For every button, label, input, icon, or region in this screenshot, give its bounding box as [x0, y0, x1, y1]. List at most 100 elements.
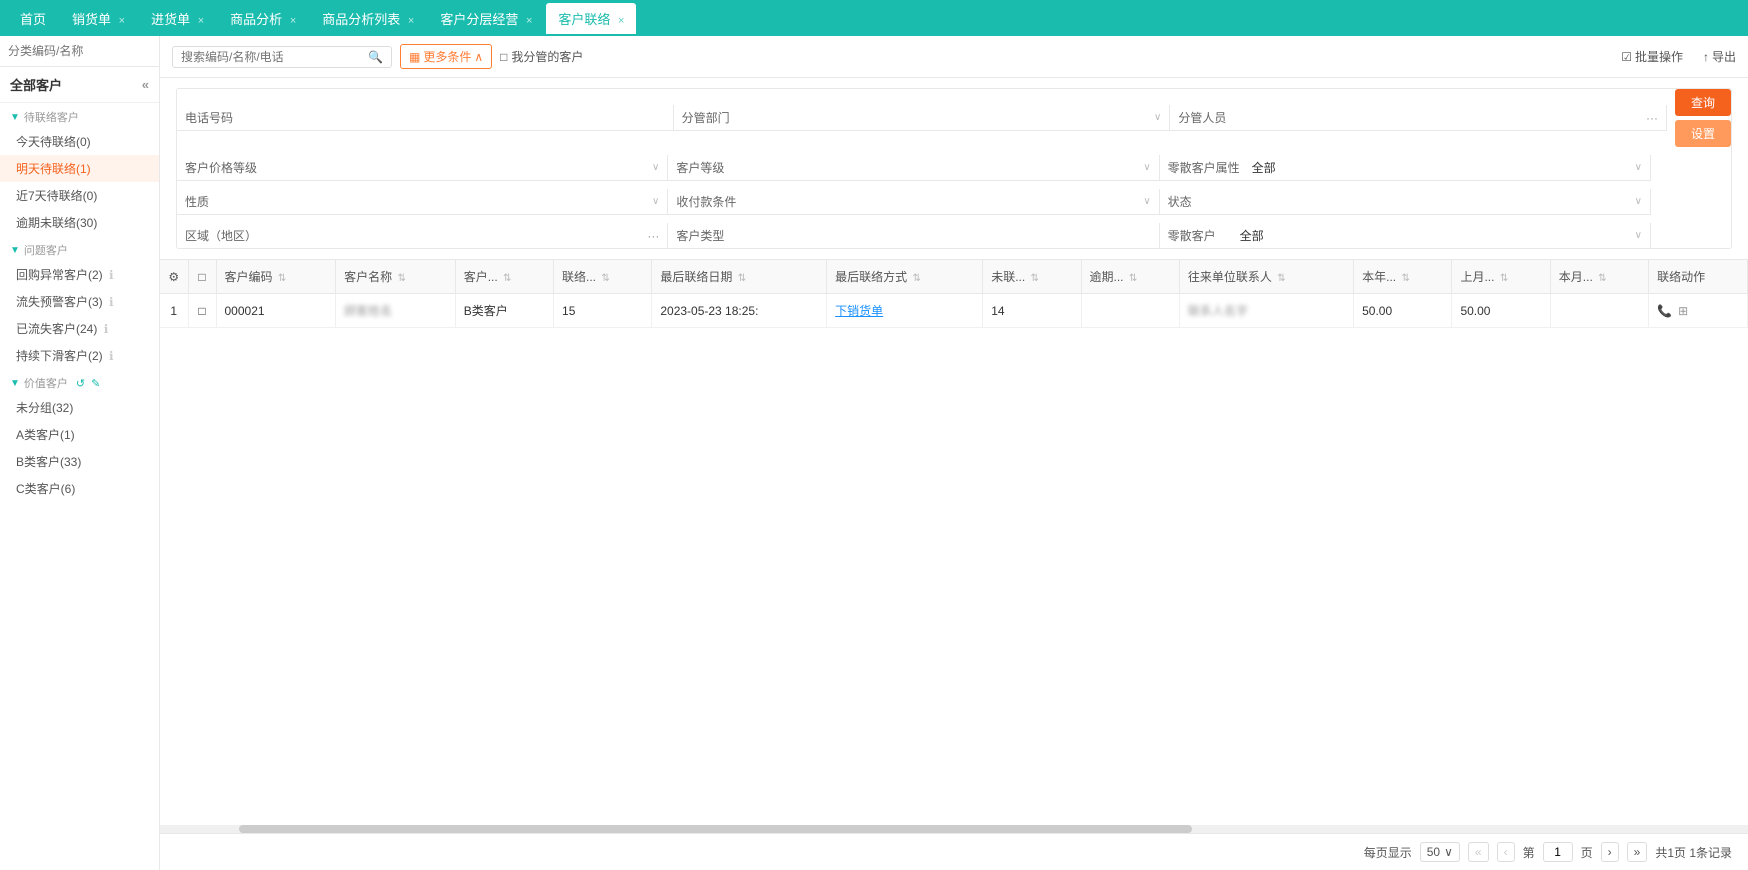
sort-thismonth-icon: ⇅ [1598, 273, 1606, 284]
close-customer-layered-icon[interactable]: × [526, 15, 532, 27]
export-btn[interactable]: ↑ 导出 [1703, 48, 1736, 65]
filter-phone: 电话号码 [177, 105, 674, 131]
next-page-btn[interactable]: › [1601, 842, 1619, 862]
sidebar-item-lost[interactable]: 已流失客户(24) ℹ [0, 315, 159, 342]
col-customer-name[interactable]: 客户名称 ⇅ [336, 260, 456, 294]
status-chevron-icon[interactable]: ∨ [1635, 196, 1642, 207]
sidebar-item-today-contact[interactable]: 今天待联络(0) [0, 128, 159, 155]
customer-level-chevron-icon[interactable]: ∨ [1143, 162, 1150, 173]
sort-uncontact-icon: ⇅ [1031, 273, 1039, 284]
sidebar-item-c-class[interactable]: C类客户(6) [0, 475, 159, 502]
nav-sales-order[interactable]: 销货单 × [60, 3, 137, 34]
row-not-contacted: 14 [983, 294, 1081, 328]
col-customer-type[interactable]: 客户... ⇅ [455, 260, 553, 294]
row-overdue [1081, 294, 1179, 328]
more-action-icon[interactable]: ⊞ [1678, 304, 1688, 318]
close-purchase-order-icon[interactable]: × [198, 15, 204, 27]
sidebar-group-value: ▼ 价值客户 ↺ ✎ [0, 369, 159, 394]
nav-customer-layered[interactable]: 客户分层经营 × [428, 3, 544, 34]
sidebar-item-tomorrow-contact[interactable]: 明天待联络(1) [0, 155, 159, 182]
person-more-icon[interactable]: ··· [1646, 111, 1658, 125]
payment-chevron-icon[interactable]: ∨ [1143, 196, 1150, 207]
edit-value-group-icon[interactable]: ✎ [91, 377, 100, 390]
col-overdue[interactable]: 逾期... ⇅ [1081, 260, 1179, 294]
close-product-analysis-list-icon[interactable]: × [408, 15, 414, 27]
scrollbar-thumb[interactable] [239, 825, 1192, 833]
status-label: 状态 [1168, 193, 1228, 210]
sidebar-all-customers[interactable]: 全部客户 « [0, 67, 159, 103]
row-contact-count: 15 [554, 294, 652, 328]
col-contact-person[interactable]: 往来单位联系人 ⇅ [1179, 260, 1353, 294]
col-this-month[interactable]: 本月... ⇅ [1550, 260, 1648, 294]
sidebar-search-input[interactable] [8, 44, 160, 58]
nav-purchase-order[interactable]: 进货单 × [139, 3, 216, 34]
prev-page-btn[interactable]: ‹ [1497, 842, 1515, 862]
info-icon-3: ℹ [104, 322, 109, 336]
action-icons: 📞 ⊞ [1657, 304, 1739, 318]
sidebar-item-a-class[interactable]: A类客户(1) [0, 421, 159, 448]
close-customer-contact-icon[interactable]: × [618, 15, 624, 27]
pagination: 每页显示 50 ∨ « ‹ 第 页 › » 共1页 1条记录 [160, 833, 1748, 870]
col-last-month[interactable]: 上月... ⇅ [1452, 260, 1550, 294]
settings-btn[interactable]: 设置 [1675, 120, 1731, 147]
my-customers-checkbox[interactable]: □ 我分管的客户 [500, 48, 583, 65]
retail-attr-chevron-icon[interactable]: ∨ [1635, 162, 1642, 173]
retail-chevron-icon[interactable]: ∨ [1635, 230, 1642, 241]
filter-customer-type: 客户类型 [668, 223, 1159, 248]
more-conditions-btn[interactable]: ▦ 更多条件 ∧ [400, 44, 492, 69]
sidebar: 🔍 全部客户 « ▼ 待联络客户 今天待联络(0) 明天待联络(1) 近7天待联… [0, 36, 160, 870]
search-icon[interactable]: 🔍 [368, 50, 383, 64]
collapse-icon[interactable]: « [142, 77, 149, 92]
page-unit: 页 [1581, 844, 1593, 861]
nav-customer-contact[interactable]: 客户联络 × [546, 3, 636, 34]
sort-year-icon: ⇅ [1401, 273, 1409, 284]
phone-input[interactable] [253, 111, 665, 125]
sort-contact-icon: ⇅ [601, 273, 609, 284]
search-input[interactable] [181, 50, 364, 64]
group-triangle-icon-2: ▼ [10, 245, 20, 256]
col-customer-code[interactable]: 客户编码 ⇅ [216, 260, 336, 294]
col-this-year[interactable]: 本年... ⇅ [1354, 260, 1452, 294]
sidebar-item-week-contact[interactable]: 近7天待联络(0) [0, 182, 159, 209]
row-name-blurred: 顾客姓名 [344, 304, 392, 318]
row-checkbox[interactable]: □ [188, 294, 216, 328]
col-contact-count[interactable]: 联络... ⇅ [554, 260, 652, 294]
sidebar-item-ungrouped[interactable]: 未分组(32) [0, 394, 159, 421]
dept-chevron-icon[interactable]: ∨ [1154, 112, 1161, 123]
nav-home[interactable]: 首页 [8, 3, 58, 34]
bulk-ops-btn[interactable]: ☑ 批量操作 [1621, 48, 1683, 65]
horizontal-scrollbar[interactable] [160, 825, 1748, 833]
first-page-btn[interactable]: « [1468, 842, 1489, 862]
value-level-chevron-icon[interactable]: ∨ [652, 162, 659, 173]
page-input[interactable] [1543, 842, 1573, 862]
search-input-wrap: 🔍 [172, 46, 392, 68]
page-size-chevron-icon[interactable]: ∨ [1444, 845, 1453, 859]
col-not-contacted[interactable]: 未联... ⇅ [983, 260, 1081, 294]
customer-type-label: 客户类型 [676, 227, 736, 244]
sidebar-item-repurchase-abnormal[interactable]: 回购异常客户(2) ℹ [0, 261, 159, 288]
top-navigation: 首页 销货单 × 进货单 × 商品分析 × 商品分析列表 × 客户分层经营 × … [0, 0, 1748, 36]
nav-product-analysis-list[interactable]: 商品分析列表 × [310, 3, 426, 34]
col-last-contact-date[interactable]: 最后联络日期 ⇅ [652, 260, 827, 294]
sidebar-item-overdue-contact[interactable]: 逾期未联络(30) [0, 209, 159, 236]
sidebar-item-loss-warning[interactable]: 流失预警客户(3) ℹ [0, 288, 159, 315]
phone-action-icon[interactable]: 📞 [1657, 304, 1672, 318]
page-size-select[interactable]: 50 ∨ [1420, 842, 1460, 862]
sidebar-item-declining[interactable]: 持续下滑客户(2) ℹ [0, 342, 159, 369]
select-all-checkbox[interactable]: □ [198, 270, 205, 284]
close-sales-order-icon[interactable]: × [119, 15, 125, 27]
col-last-contact-method[interactable]: 最后联络方式 ⇅ [827, 260, 983, 294]
row-last-contact-method[interactable]: 下销货单 [827, 294, 983, 328]
close-product-analysis-icon[interactable]: × [290, 15, 296, 27]
last-page-btn[interactable]: » [1627, 842, 1648, 862]
refresh-icon[interactable]: ↺ [76, 377, 85, 390]
gear-icon[interactable]: ⚙ [168, 270, 179, 284]
row-name: 顾客姓名 [336, 294, 456, 328]
nav-product-analysis[interactable]: 商品分析 × [218, 3, 308, 34]
area-more-icon[interactable]: ··· [647, 229, 659, 243]
nature-chevron-icon[interactable]: ∨ [652, 196, 659, 207]
row-checkbox-icon[interactable]: □ [198, 304, 205, 318]
col-checkbox: □ [188, 260, 216, 294]
query-btn[interactable]: 查询 [1675, 89, 1731, 116]
sidebar-item-b-class[interactable]: B类客户(33) [0, 448, 159, 475]
